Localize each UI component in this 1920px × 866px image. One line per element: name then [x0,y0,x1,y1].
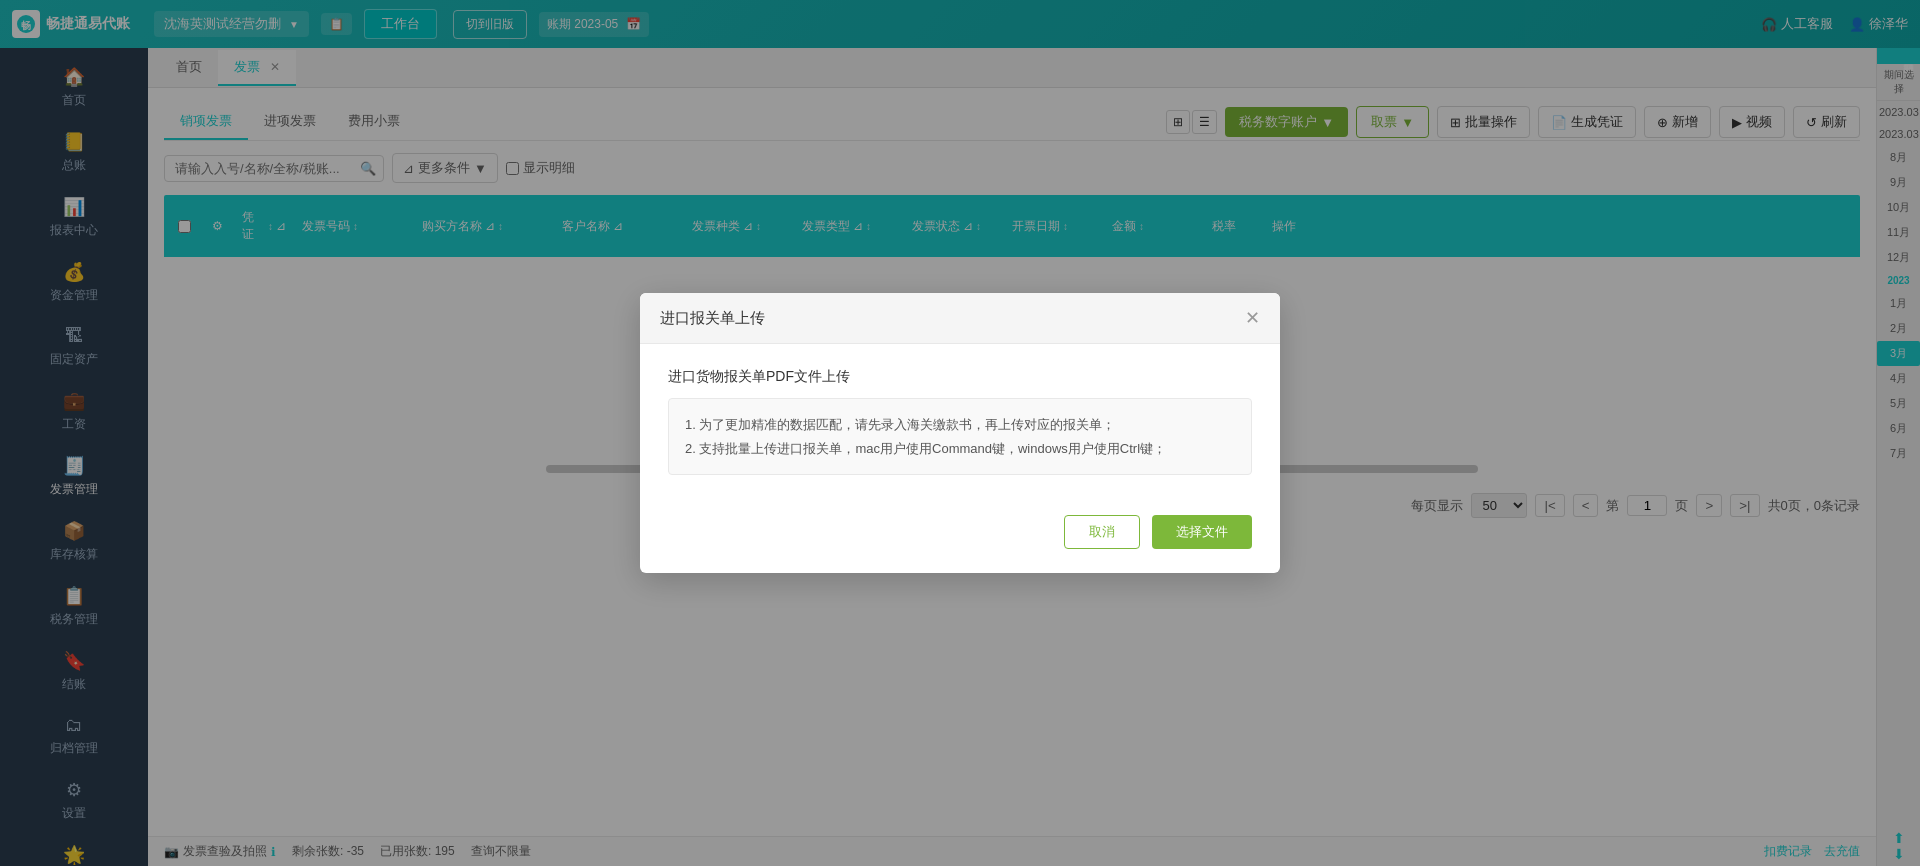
modal-overlay[interactable]: 进口报关单上传 ✕ 进口货物报关单PDF文件上传 1. 为了更加精准的数据匹配，… [0,0,1920,866]
modal-title: 进口报关单上传 [660,309,765,328]
modal-info-box: 1. 为了更加精准的数据匹配，请先录入海关缴款书，再上传对应的报关单； 2. 支… [668,398,1252,475]
modal-body: 进口货物报关单PDF文件上传 1. 为了更加精准的数据匹配，请先录入海关缴款书，… [640,344,1280,499]
modal-dialog: 进口报关单上传 ✕ 进口货物报关单PDF文件上传 1. 为了更加精准的数据匹配，… [640,293,1280,573]
modal-footer: 取消 选择文件 [640,499,1280,573]
modal-info-item-1: 1. 为了更加精准的数据匹配，请先录入海关缴款书，再上传对应的报关单； [685,413,1235,436]
modal-select-file-button[interactable]: 选择文件 [1152,515,1252,549]
modal-info-item-2: 2. 支持批量上传进口报关单，mac用户使用Command键，windows用户… [685,437,1235,460]
modal-header: 进口报关单上传 ✕ [640,293,1280,344]
modal-section-title: 进口货物报关单PDF文件上传 [668,368,1252,386]
modal-cancel-button[interactable]: 取消 [1064,515,1140,549]
modal-close-button[interactable]: ✕ [1245,307,1260,329]
